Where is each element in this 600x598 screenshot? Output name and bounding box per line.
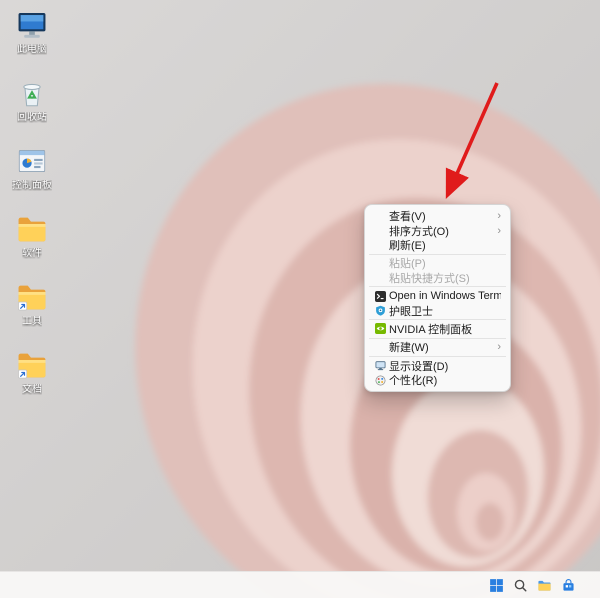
- desktop-icon-label: 控制面板: [12, 180, 52, 191]
- menu-item[interactable]: 刷新(E): [367, 238, 508, 252]
- desktop-icon-label: 回收站: [17, 112, 47, 123]
- control-panel-icon: [15, 144, 49, 178]
- taskbar-buttons: [487, 572, 578, 598]
- desktop-icon-label: 软件: [22, 248, 42, 259]
- menu-item-icon-gutter: [372, 225, 389, 237]
- this-pc-icon: [15, 8, 49, 42]
- menu-item-label: 粘贴快捷方式(S): [389, 270, 501, 286]
- file-explorer-icon: [537, 578, 552, 593]
- chevron-right-icon: ›: [493, 211, 501, 221]
- menu-item-label: 新建(W): [389, 339, 493, 355]
- chevron-right-icon: ›: [493, 342, 501, 352]
- folder-shortcut-icon: [15, 348, 49, 382]
- store-button[interactable]: [559, 576, 578, 595]
- personalize-icon: [372, 374, 389, 386]
- taskbar: [0, 571, 600, 598]
- menu-item[interactable]: 查看(V)›: [367, 209, 508, 223]
- eye-guard-icon: [372, 305, 389, 317]
- file-explorer-button[interactable]: [535, 576, 554, 595]
- desktop-icon-label: 工具: [22, 316, 42, 327]
- menu-item-icon-gutter: [372, 257, 389, 269]
- menu-item-label: 刷新(E): [389, 237, 501, 253]
- menu-item-label: Open in Windows Terminal: [389, 290, 501, 302]
- store-icon: [561, 578, 576, 593]
- desktop-icon-this-pc-0[interactable]: 此电脑: [2, 6, 62, 74]
- menu-item[interactable]: NVIDIA 控制面板: [367, 322, 508, 336]
- desktop-icon-label: 此电脑: [17, 44, 47, 55]
- menu-item[interactable]: 护眼卫士: [367, 303, 508, 317]
- desktop-icon-recycle-bin-1[interactable]: 回收站: [2, 74, 62, 142]
- menu-item-icon-gutter: [372, 239, 389, 251]
- menu-item-icon-gutter: [372, 272, 389, 284]
- start-icon: [489, 578, 504, 593]
- desktop[interactable]: 此电脑 回收站 控制面板 软件 工具 文档: [0, 0, 600, 598]
- display-icon: [372, 360, 389, 372]
- desktop-icon-folder-shortcut-5[interactable]: 文档: [2, 346, 62, 414]
- search-icon: [513, 578, 528, 593]
- terminal-icon: [372, 290, 389, 302]
- context-menu: 查看(V)›排序方式(O)›刷新(E) 粘贴(P)粘贴快捷方式(S) Open in…: [364, 204, 511, 392]
- menu-separator: [369, 286, 506, 287]
- folder-icon: [15, 212, 49, 246]
- menu-item[interactable]: Open in Windows Terminal: [367, 289, 508, 303]
- search-button[interactable]: [511, 576, 530, 595]
- menu-item-icon-gutter: [372, 210, 389, 222]
- menu-item: 粘贴快捷方式(S): [367, 271, 508, 285]
- menu-item-icon-gutter: [372, 341, 389, 353]
- desktop-icon-label: 文档: [22, 384, 42, 395]
- menu-item-label: 护眼卫士: [389, 303, 501, 319]
- folder-shortcut-icon: [15, 280, 49, 314]
- desktop-icons: 此电脑 回收站 控制面板 软件 工具 文档: [2, 6, 62, 414]
- menu-item-label: NVIDIA 控制面板: [389, 321, 501, 337]
- menu-item[interactable]: 排序方式(O)›: [367, 223, 508, 237]
- menu-item[interactable]: 显示设置(D): [367, 359, 508, 373]
- nvidia-icon: [372, 323, 389, 335]
- menu-item[interactable]: 个性化(R): [367, 373, 508, 387]
- desktop-icon-folder-shortcut-4[interactable]: 工具: [2, 278, 62, 346]
- desktop-icon-control-panel-2[interactable]: 控制面板: [2, 142, 62, 210]
- menu-item: 粘贴(P): [367, 256, 508, 270]
- start-button[interactable]: [487, 576, 506, 595]
- recycle-bin-icon: [15, 76, 49, 110]
- menu-item-label: 个性化(R): [389, 372, 501, 388]
- chevron-right-icon: ›: [493, 226, 501, 236]
- desktop-icon-folder-3[interactable]: 软件: [2, 210, 62, 278]
- menu-item[interactable]: 新建(W)›: [367, 340, 508, 354]
